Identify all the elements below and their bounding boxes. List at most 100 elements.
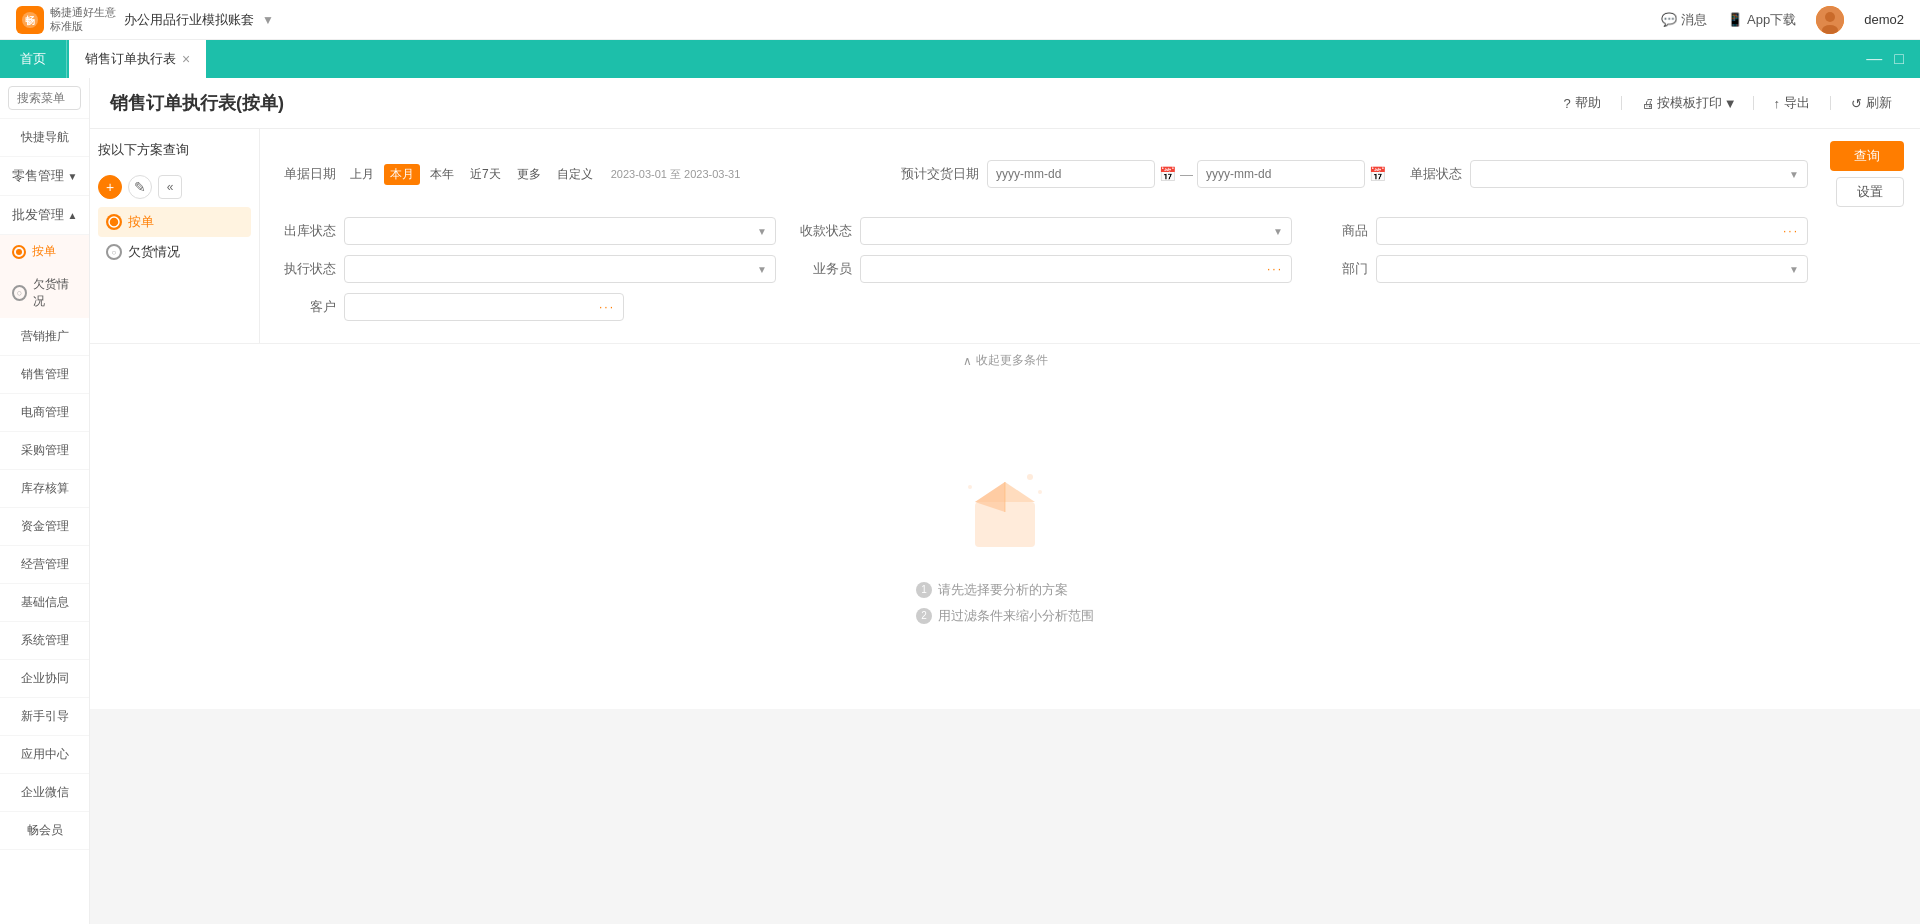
- breadcrumb-arrow[interactable]: ▼: [262, 13, 274, 27]
- goods-select[interactable]: ···: [1376, 217, 1808, 245]
- empty-illustration: [955, 457, 1055, 557]
- logo-text: 畅捷通好生意 标准版: [50, 6, 116, 32]
- delivery-date-start[interactable]: [987, 160, 1155, 188]
- sidebar-item-enterprise-wechat[interactable]: 企业微信: [0, 774, 89, 812]
- minimize-btn[interactable]: —: [1866, 50, 1882, 68]
- collapse-up-icon: ∧: [963, 354, 972, 368]
- delivery-date-sep: —: [1180, 167, 1193, 182]
- message-nav[interactable]: 💬 消息: [1661, 11, 1707, 29]
- btn-this-year[interactable]: 本年: [424, 164, 460, 185]
- scheme-item-debt[interactable]: ○ 欠货情况: [98, 237, 251, 267]
- delivery-date-label: 预计交货日期: [901, 165, 979, 183]
- exec-status-arrow: ▼: [757, 264, 767, 275]
- edit-scheme-btn[interactable]: ✎: [128, 175, 152, 199]
- tab-active[interactable]: 销售订单执行表 ×: [69, 40, 206, 78]
- exec-status-select[interactable]: ▼: [344, 255, 776, 283]
- svg-point-3: [1825, 12, 1835, 22]
- filter-field-date: 单据日期 上月 本月 本年 近7天 更多 自定义 2023-03-01 至 20…: [276, 164, 885, 185]
- salesperson-more-dots: ···: [1267, 262, 1283, 276]
- delivery-date-end[interactable]: [1197, 160, 1365, 188]
- tab-close-btn[interactable]: ×: [182, 51, 190, 67]
- add-scheme-btn[interactable]: +: [98, 175, 122, 199]
- logo-area[interactable]: 畅 畅捷通好生意 标准版: [16, 6, 116, 34]
- maximize-btn[interactable]: □: [1894, 50, 1904, 68]
- btn-last-month[interactable]: 上月: [344, 164, 380, 185]
- sidebar-item-purchase[interactable]: 采购管理: [0, 432, 89, 470]
- svg-point-10: [1027, 474, 1033, 480]
- basic-info-label: 基础信息: [21, 595, 69, 609]
- export-label: 导出: [1784, 94, 1810, 112]
- query-button[interactable]: 查询: [1830, 141, 1904, 171]
- doc-status-select[interactable]: ▼: [1470, 160, 1808, 188]
- salesperson-label: 业务员: [792, 260, 852, 278]
- sidebar-item-marketing[interactable]: 营销推广: [0, 318, 89, 356]
- settings-button[interactable]: 设置: [1836, 177, 1904, 207]
- user-avatar[interactable]: [1816, 6, 1844, 34]
- sidebar-item-sales-mgmt[interactable]: 销售管理: [0, 356, 89, 394]
- filter-field-delivery-date: 预计交货日期 📅 — 📅: [901, 160, 1386, 188]
- date-range-display: 2023-03-01 至 2023-03-31: [611, 167, 741, 182]
- app-download-nav[interactable]: 📱 App下载: [1727, 11, 1796, 29]
- empty-tip-1: 1 请先选择要分析的方案: [916, 577, 1094, 603]
- sidebar-item-quick-nav[interactable]: 快捷导航: [0, 119, 89, 157]
- collapse-scheme-btn[interactable]: «: [158, 175, 182, 199]
- sidebar-item-member[interactable]: 畅会员: [0, 812, 89, 850]
- tab-home[interactable]: 首页: [0, 40, 67, 78]
- refresh-icon: ↺: [1851, 96, 1862, 111]
- receipt-status-select[interactable]: ▼: [860, 217, 1292, 245]
- department-select[interactable]: ▼: [1376, 255, 1808, 283]
- sidebar-item-finance[interactable]: 资金管理: [0, 508, 89, 546]
- btn-7-days[interactable]: 近7天: [464, 164, 507, 185]
- sidebar-item-app-center[interactable]: 应用中心: [0, 736, 89, 774]
- page-actions: ? 帮助 🖨 按模板打印 ▼ ↑ 导出 ↺ 刷新: [1555, 90, 1900, 116]
- delivery-date-icon-1[interactable]: 📅: [1159, 166, 1176, 182]
- btn-this-month[interactable]: 本月: [384, 164, 420, 185]
- sidebar: 快捷导航 零售管理 ▼ 批发管理 ▲ 按单 ○ 欠货情况: [0, 78, 90, 924]
- out-stock-select[interactable]: ▼: [344, 217, 776, 245]
- sidebar-sub-item-order[interactable]: 按单: [0, 235, 89, 268]
- salesperson-select[interactable]: ···: [860, 255, 1292, 283]
- date-quick-btns: 上月 本月 本年 近7天 更多 自定义: [344, 164, 599, 185]
- empty-state: 1 请先选择要分析的方案 2 用过滤条件来缩小分析范围: [90, 377, 1920, 709]
- refresh-button[interactable]: ↺ 刷新: [1843, 90, 1900, 116]
- sidebar-item-enterprise-coop[interactable]: 企业协同: [0, 660, 89, 698]
- operation-label: 经营管理: [21, 557, 69, 571]
- btn-more[interactable]: 更多: [511, 164, 547, 185]
- sub-debt-label: 欠货情况: [33, 276, 77, 310]
- top-bar-right: 💬 消息 📱 App下载 demo2: [1661, 6, 1904, 34]
- sidebar-item-sys-mgmt[interactable]: 系统管理: [0, 622, 89, 660]
- tab-bar: 首页 销售订单执行表 × — □: [0, 40, 1920, 78]
- export-button[interactable]: ↑ 导出: [1766, 90, 1819, 116]
- sidebar-item-basic-info[interactable]: 基础信息: [0, 584, 89, 622]
- sidebar-item-retail-mgmt[interactable]: 零售管理 ▼: [0, 157, 89, 196]
- scheme-item-order[interactable]: 按单: [98, 207, 251, 237]
- sidebar-item-operation[interactable]: 经营管理: [0, 546, 89, 584]
- sub-dot-inner: [16, 249, 22, 255]
- sidebar-item-inventory[interactable]: 库存核算: [0, 470, 89, 508]
- search-menu-input[interactable]: [8, 86, 81, 110]
- print-dropdown-arrow[interactable]: ▼: [1724, 96, 1737, 111]
- sidebar-item-ecommerce[interactable]: 电商管理: [0, 394, 89, 432]
- app-icon: 📱: [1727, 12, 1743, 27]
- retail-mgmt-arrow: ▼: [68, 171, 78, 182]
- sub-dot-order: [12, 245, 26, 259]
- collapse-more-btn[interactable]: ∧ 收起更多条件: [90, 343, 1920, 377]
- filter-field-department: 部门 ▼: [1308, 255, 1808, 283]
- sidebar-item-new-user[interactable]: 新手引导: [0, 698, 89, 736]
- btn-custom[interactable]: 自定义: [551, 164, 599, 185]
- divider-3: [1830, 96, 1831, 110]
- help-button[interactable]: ? 帮助: [1555, 90, 1608, 116]
- sidebar-sub-item-debt[interactable]: ○ 欠货情况: [0, 268, 89, 318]
- tip-text-2: 用过滤条件来缩小分析范围: [938, 603, 1094, 629]
- svg-text:畅: 畅: [25, 15, 35, 26]
- top-bar-left: 畅 畅捷通好生意 标准版 办公用品行业模拟账套 ▼: [16, 6, 274, 34]
- sidebar-item-wholesale-mgmt[interactable]: 批发管理 ▲: [0, 196, 89, 235]
- tab-bar-actions: — □: [1866, 50, 1920, 68]
- filter-field-goods: 商品 ···: [1308, 217, 1808, 245]
- divider-1: [1621, 96, 1622, 110]
- print-icon: 🖨: [1642, 96, 1655, 111]
- delivery-date-icon-2[interactable]: 📅: [1369, 166, 1386, 182]
- page-header: 销售订单执行表(按单) ? 帮助 🖨 按模板打印 ▼ ↑ 导出: [90, 78, 1920, 129]
- print-button[interactable]: 🖨 按模板打印 ▼: [1634, 90, 1741, 116]
- customer-select[interactable]: ···: [344, 293, 624, 321]
